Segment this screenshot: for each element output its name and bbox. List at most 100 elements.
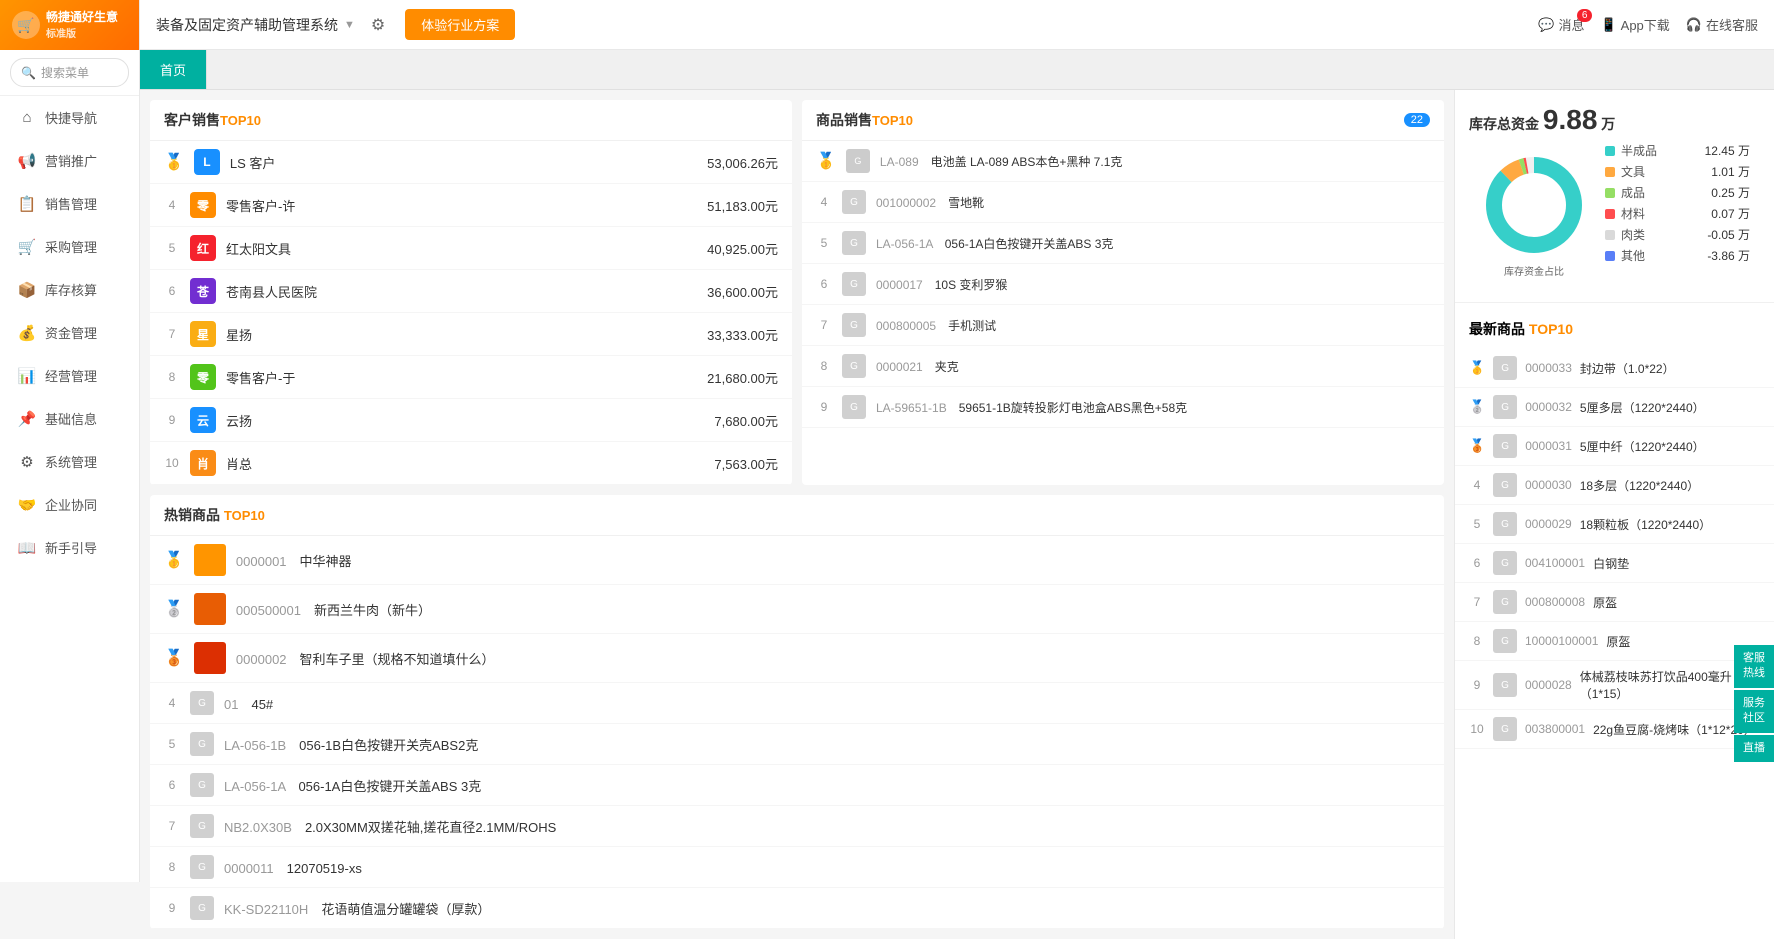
product-info: NB2.0X30B 2.0X30MM双搓花轴,搓花直径2.1MM/ROHS xyxy=(224,817,1430,836)
list-item: 5 G LA-056-1B 056-1B白色按键开关壳ABS2克 xyxy=(150,724,1444,765)
sidebar-item-jichu[interactable]: 📌 基础信息 xyxy=(0,397,139,440)
customer-value: 40,925.00元 xyxy=(707,239,778,258)
topbar-right: 💬 消息 6 📱 App下载 🎧 在线客服 xyxy=(1538,15,1758,34)
sidebar-search-area: 🔍 搜索菜单 xyxy=(0,50,139,96)
product-icon: G xyxy=(842,272,866,296)
list-item: 🥇 G LA-089 电池盖 LA-089 ABS本色+黑种 7.1克 xyxy=(802,141,1444,182)
product-icon: G xyxy=(1493,473,1517,497)
legend-item: 其他 -3.86 万 xyxy=(1605,247,1750,264)
donut-chart: 库存资金占比 xyxy=(1479,150,1589,260)
kuaijie-icon: ⌂ xyxy=(17,109,37,126)
sidebar-item-label: 营销推广 xyxy=(45,151,97,170)
customer-service-button[interactable]: 客服热线 xyxy=(1734,645,1774,688)
page-tabs: 首页 xyxy=(140,50,1774,90)
hot-products-header: 热销商品 TOP10 xyxy=(150,495,1444,536)
service-community-button[interactable]: 服务社区 xyxy=(1734,690,1774,733)
online-service-button[interactable]: 🎧 在线客服 xyxy=(1686,15,1758,34)
caigou-icon: 🛒 xyxy=(17,238,37,256)
phone-icon: 📱 xyxy=(1600,17,1616,33)
app-download-button[interactable]: 📱 App下载 xyxy=(1600,15,1669,34)
product-icon: G xyxy=(1493,395,1517,419)
legend-name: 文具 xyxy=(1621,163,1705,180)
jingying-icon: 📊 xyxy=(17,367,37,385)
list-item: 🥇 0000001 中华神器 xyxy=(150,536,1444,585)
rank-number: 6 xyxy=(1469,556,1485,570)
rank-icon: 🥇 xyxy=(816,151,836,171)
customer-name: 零售客户-许 xyxy=(226,196,697,215)
product-sales-header: 商品销售TOP10 22 xyxy=(802,100,1444,141)
sidebar-item-zijin[interactable]: 💰 资金管理 xyxy=(0,311,139,354)
sidebar-item-label: 销售管理 xyxy=(45,194,97,213)
list-item: 6 G LA-056-1A 056-1A白色按键开关盖ABS 3克 xyxy=(150,765,1444,806)
list-item: 5 红 红太阳文具 40,925.00元 xyxy=(150,227,792,270)
sidebar-item-xitong[interactable]: ⚙ 系统管理 xyxy=(0,440,139,483)
rank-number: 7 xyxy=(816,318,832,332)
list-item: 7 星 星扬 33,333.00元 xyxy=(150,313,792,356)
product-icon: G xyxy=(190,691,214,715)
message-icon: 💬 xyxy=(1538,17,1554,33)
product-icon: G xyxy=(842,190,866,214)
customer-value: 51,183.00元 xyxy=(707,196,778,215)
product-info: LA-056-1B 056-1B白色按键开关壳ABS2克 xyxy=(224,735,1430,754)
newest-item: 10 G 003800001 22g鱼豆腐-烧烤味（1*12*20） xyxy=(1455,710,1774,749)
rank-icon: 🥇 xyxy=(1469,360,1485,376)
sidebar: 🛒 畅捷通好生意 标准版 🔍 搜索菜单 ⌂ 快捷导航 📢 营销推广 📋 销售管理… xyxy=(0,0,140,882)
legend-value: -0.05 万 xyxy=(1707,226,1750,243)
product-name: 18颗粒板（1220*2440） xyxy=(1580,516,1760,533)
product-icon: G xyxy=(1493,590,1517,614)
product-info: LA-59651-1B 59651-1B旋转投影灯电池盒ABS黑色+58克 xyxy=(876,399,1430,416)
product-code: 10000100001 xyxy=(1525,634,1598,648)
rank-number: 5 xyxy=(1469,517,1485,531)
sidebar-item-label: 经营管理 xyxy=(45,366,97,385)
tab-home[interactable]: 首页 xyxy=(140,50,207,89)
product-icon: G xyxy=(842,313,866,337)
search-menu-button[interactable]: 🔍 搜索菜单 xyxy=(10,58,129,87)
product-info: 01 45# xyxy=(224,694,1430,713)
list-item: 🥉 0000002 智利车子里（规格不知道填什么） xyxy=(150,634,1444,683)
live-stream-button[interactable]: 直播 xyxy=(1734,735,1774,762)
rank-number: 7 xyxy=(164,327,180,341)
product-thumbnail xyxy=(194,544,226,576)
newest-item: 🥇 G 0000033 封边带（1.0*22） xyxy=(1455,349,1774,388)
list-item: 7 G NB2.0X30B 2.0X30MM双搓花轴,搓花直径2.1MM/ROH… xyxy=(150,806,1444,847)
inventory-title: 库存总资金 9.88 万 xyxy=(1469,104,1615,136)
yingxiao-icon: 📢 xyxy=(17,152,37,170)
product-info: 0000017 10S 变利罗猴 xyxy=(876,276,1430,293)
product-sales-badge: 22 xyxy=(1404,113,1430,127)
legend-item: 肉类 -0.05 万 xyxy=(1605,226,1750,243)
sidebar-item-xinshou[interactable]: 📖 新手引导 xyxy=(0,526,139,569)
donut-chart-label: 库存资金占比 xyxy=(1504,263,1564,278)
logo-icon: 🛒 xyxy=(12,11,40,39)
sidebar-item-jingying[interactable]: 📊 经营管理 xyxy=(0,354,139,397)
product-icon: G xyxy=(1493,434,1517,458)
sidebar-item-yingxiao[interactable]: 📢 营销推广 xyxy=(0,139,139,182)
rank-number: 8 xyxy=(1469,634,1485,648)
product-code: 003800001 xyxy=(1525,722,1585,736)
sidebar-item-kuaijie[interactable]: ⌂ 快捷导航 xyxy=(0,96,139,139)
sidebar-item-label: 企业协同 xyxy=(45,495,97,514)
trial-button[interactable]: 体验行业方案 xyxy=(405,9,515,40)
sidebar-item-caigou[interactable]: 🛒 采购管理 xyxy=(0,225,139,268)
search-icon: 🔍 xyxy=(21,66,36,80)
product-code: 0000028 xyxy=(1525,678,1572,692)
sidebar-item-xiaoshou[interactable]: 📋 销售管理 xyxy=(0,182,139,225)
xitong-icon: ⚙ xyxy=(17,453,37,471)
message-button[interactable]: 💬 消息 6 xyxy=(1538,15,1584,34)
rank-number: 6 xyxy=(816,277,832,291)
sidebar-item-kucun[interactable]: 📦 库存核算 xyxy=(0,268,139,311)
zijin-icon: 💰 xyxy=(17,324,37,342)
list-item: 8 零 零售客户-于 21,680.00元 xyxy=(150,356,792,399)
sidebar-item-qiye[interactable]: 🤝 企业协同 xyxy=(0,483,139,526)
legend-dot xyxy=(1605,209,1615,219)
legend-item: 材料 0.07 万 xyxy=(1605,205,1750,222)
newest-item: 🥈 G 0000032 5厘多层（1220*2440） xyxy=(1455,388,1774,427)
content-area: 客户销售TOP10 🥇 L LS 客户 53,006.26元 4 零 零售客户- xyxy=(140,90,1774,939)
system-name[interactable]: 装备及固定资产辅助管理系统 ▼ xyxy=(156,15,355,35)
gear-icon[interactable]: ⚙ xyxy=(371,15,385,35)
product-icon: G xyxy=(190,855,214,879)
logo-badge: 标准版 xyxy=(46,25,118,40)
headset-icon: 🎧 xyxy=(1686,17,1702,33)
product-code: 0000033 xyxy=(1525,361,1572,375)
rank-number: 7 xyxy=(164,819,180,833)
tab-home-label: 首页 xyxy=(160,63,186,78)
